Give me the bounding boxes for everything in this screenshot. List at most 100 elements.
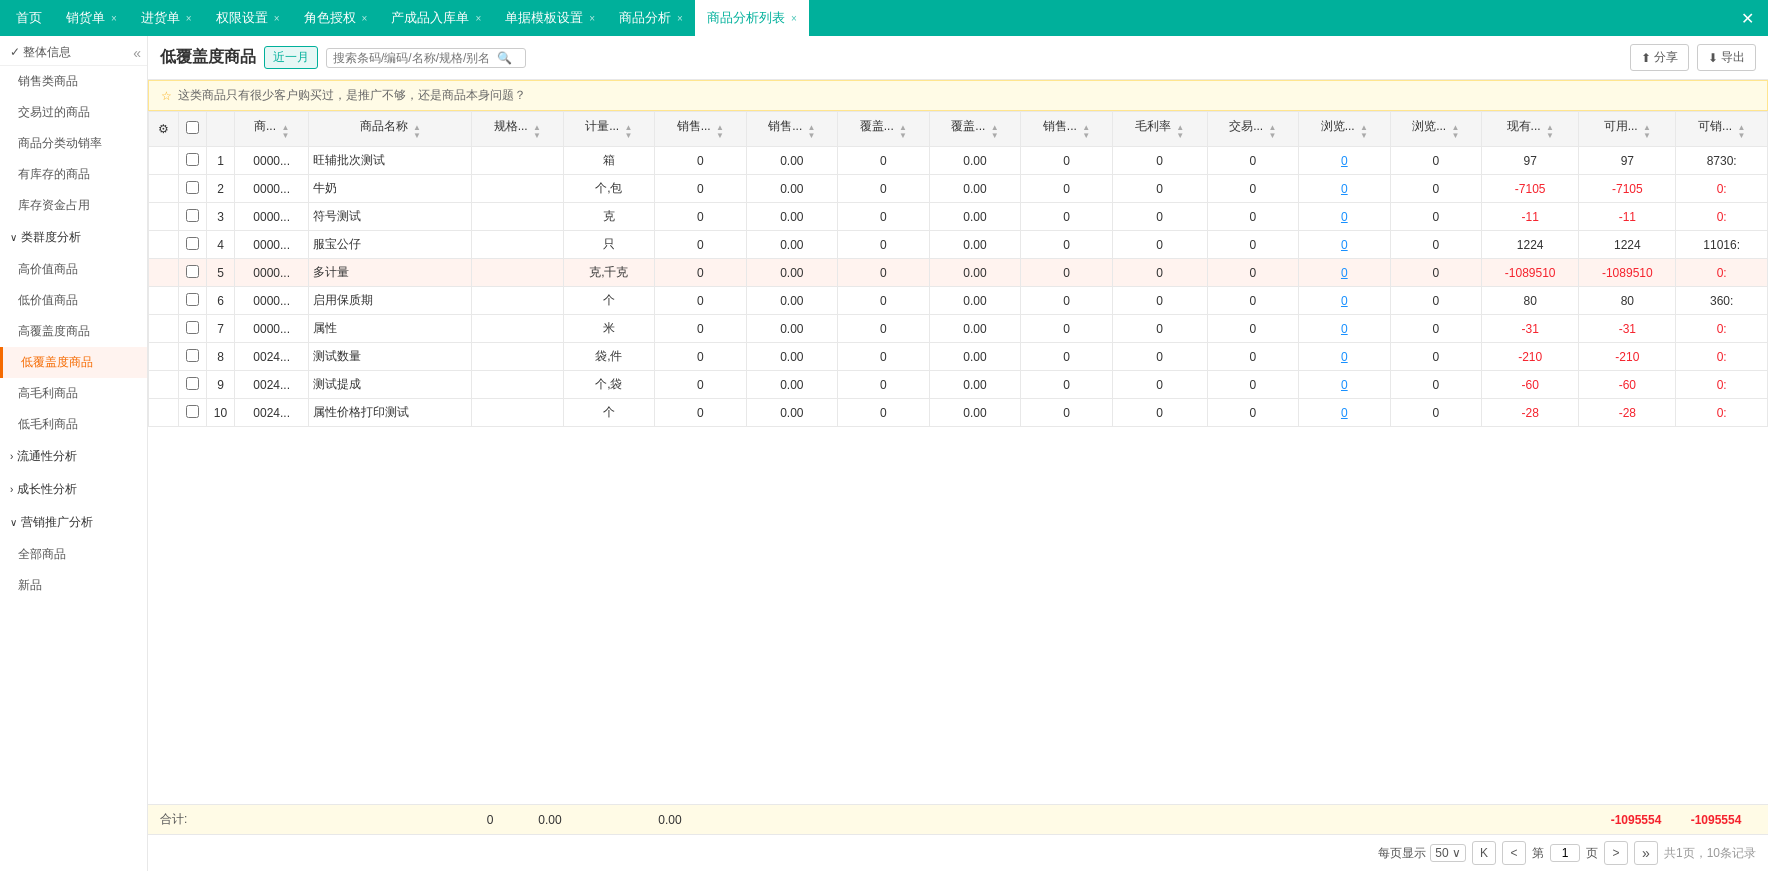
sidebar-item-sales-goods[interactable]: 销售类商品 [0, 66, 147, 97]
cell-browse1[interactable]: 0 [1299, 287, 1391, 315]
table-row[interactable]: 7 0000... 属性 米 0 0.00 0 0.00 0 0 0 0 0 -… [149, 315, 1768, 343]
sidebar-collapse-btn[interactable]: « [133, 45, 141, 61]
row-checkbox[interactable] [186, 321, 199, 334]
col-sales2[interactable]: 销售... ▲▼ [746, 112, 838, 147]
nav-tab-sales[interactable]: 销货单 × [54, 0, 129, 36]
cell-checkbox[interactable] [179, 147, 207, 175]
sidebar-item-traded-goods[interactable]: 交易过的商品 [0, 97, 147, 128]
sidebar-item-high-value[interactable]: 高价值商品 [0, 254, 147, 285]
cell-checkbox[interactable] [179, 175, 207, 203]
sidebar-item-category-rate[interactable]: 商品分类动销率 [0, 128, 147, 159]
close-icon[interactable]: × [111, 13, 117, 24]
row-checkbox[interactable] [186, 209, 199, 222]
row-checkbox[interactable] [186, 181, 199, 194]
close-icon[interactable]: × [274, 13, 280, 24]
window-close-button[interactable]: ✕ [1731, 9, 1764, 28]
sidebar-section-growth[interactable]: › 成长性分析 [0, 473, 147, 506]
col-browse2[interactable]: 浏览... ▲▼ [1390, 112, 1482, 147]
row-checkbox[interactable] [186, 293, 199, 306]
cell-browse1[interactable]: 0 [1299, 231, 1391, 259]
col-margin[interactable]: 毛利率 ▲▼ [1112, 112, 1207, 147]
search-box[interactable]: 🔍 [326, 48, 526, 68]
col-product-name[interactable]: 商品名称 ▲▼ [309, 112, 472, 147]
table-wrapper[interactable]: ⚙ 商... ▲▼ 商品名称 ▲▼ 规格... ▲▼ 计量... ▲▼ 销售..… [148, 111, 1768, 804]
period-button[interactable]: 近一月 [264, 46, 318, 69]
col-settings[interactable]: ⚙ [149, 112, 179, 147]
cell-checkbox[interactable] [179, 287, 207, 315]
cell-checkbox[interactable] [179, 203, 207, 231]
nav-tab-product-analysis-list[interactable]: 商品分析列表 × [695, 0, 809, 36]
cell-checkbox[interactable] [179, 259, 207, 287]
row-checkbox[interactable] [186, 349, 199, 362]
export-button[interactable]: ⬇ 导出 [1697, 44, 1756, 71]
sidebar-section-cluster[interactable]: ∨ 类群度分析 [0, 221, 147, 254]
col-cover1[interactable]: 覆盖... ▲▼ [838, 112, 930, 147]
table-row[interactable]: 5 0000... 多计量 克,千克 0 0.00 0 0.00 0 0 0 0… [149, 259, 1768, 287]
cell-checkbox[interactable] [179, 315, 207, 343]
col-spec[interactable]: 规格... ▲▼ [472, 112, 564, 147]
sidebar-item-low-margin[interactable]: 低毛利商品 [0, 409, 147, 440]
sidebar-section-marketing[interactable]: ∨ 营销推广分析 [0, 506, 147, 539]
cell-checkbox[interactable] [179, 371, 207, 399]
cell-browse1[interactable]: 0 [1299, 259, 1391, 287]
row-checkbox[interactable] [186, 405, 199, 418]
next-page-button[interactable]: > [1604, 841, 1628, 865]
close-icon[interactable]: × [791, 13, 797, 24]
sidebar-item-inventory-capital[interactable]: 库存资金占用 [0, 190, 147, 221]
nav-tab-home[interactable]: 首页 [4, 0, 54, 36]
first-page-button[interactable]: K [1472, 841, 1496, 865]
table-row[interactable]: 3 0000... 符号测试 克 0 0.00 0 0.00 0 0 0 0 0… [149, 203, 1768, 231]
sidebar-item-high-coverage[interactable]: 高覆盖度商品 [0, 316, 147, 347]
nav-tab-permissions[interactable]: 权限设置 × [204, 0, 292, 36]
close-icon[interactable]: × [186, 13, 192, 24]
sidebar-item-new-goods[interactable]: 新品 [0, 570, 147, 601]
cell-browse1[interactable]: 0 [1299, 371, 1391, 399]
table-row[interactable]: 1 0000... 旺辅批次测试 箱 0 0.00 0 0.00 0 0 0 0… [149, 147, 1768, 175]
cell-browse1[interactable]: 0 [1299, 147, 1391, 175]
col-product-code[interactable]: 商... ▲▼ [235, 112, 309, 147]
sidebar-item-instock-goods[interactable]: 有库存的商品 [0, 159, 147, 190]
col-trade[interactable]: 交易... ▲▼ [1207, 112, 1299, 147]
table-row[interactable]: 6 0000... 启用保质期 个 0 0.00 0 0.00 0 0 0 0 … [149, 287, 1768, 315]
col-sales3[interactable]: 销售... ▲▼ [1021, 112, 1113, 147]
search-icon[interactable]: 🔍 [497, 51, 512, 65]
cell-browse1[interactable]: 0 [1299, 175, 1391, 203]
nav-tab-template[interactable]: 单据模板设置 × [493, 0, 607, 36]
table-row[interactable]: 4 0000... 服宝公仔 只 0 0.00 0 0.00 0 0 0 0 0… [149, 231, 1768, 259]
sidebar-section-flow[interactable]: › 流通性分析 [0, 440, 147, 473]
col-cover2[interactable]: 覆盖... ▲▼ [929, 112, 1021, 147]
search-input[interactable] [333, 51, 493, 65]
sidebar-item-low-coverage[interactable]: 低覆盖度商品 [0, 347, 147, 378]
close-icon[interactable]: × [475, 13, 481, 24]
col-available[interactable]: 可用... ▲▼ [1579, 112, 1676, 147]
sidebar-item-all-goods[interactable]: 全部商品 [0, 539, 147, 570]
cell-checkbox[interactable] [179, 231, 207, 259]
cell-browse1[interactable]: 0 [1299, 343, 1391, 371]
col-current[interactable]: 现有... ▲▼ [1482, 112, 1579, 147]
close-icon[interactable]: × [589, 13, 595, 24]
sidebar-item-low-value[interactable]: 低价值商品 [0, 285, 147, 316]
col-browse1[interactable]: 浏览... ▲▼ [1299, 112, 1391, 147]
cell-checkbox[interactable] [179, 343, 207, 371]
close-icon[interactable]: × [677, 13, 683, 24]
nav-tab-finished-goods[interactable]: 产成品入库单 × [379, 0, 493, 36]
nav-tab-role[interactable]: 角色授权 × [292, 0, 380, 36]
nav-tab-product-analysis[interactable]: 商品分析 × [607, 0, 695, 36]
share-button[interactable]: ⬆ 分享 [1630, 44, 1689, 71]
table-row[interactable]: 8 0024... 测试数量 袋,件 0 0.00 0 0.00 0 0 0 0… [149, 343, 1768, 371]
row-checkbox[interactable] [186, 237, 199, 250]
col-saleable[interactable]: 可销... ▲▼ [1676, 112, 1768, 147]
per-page-selector[interactable]: 50 ∨ [1430, 844, 1466, 862]
cell-browse1[interactable]: 0 [1299, 399, 1391, 427]
select-all-checkbox[interactable] [186, 121, 199, 134]
sidebar-item-high-margin[interactable]: 高毛利商品 [0, 378, 147, 409]
col-checkbox[interactable] [179, 112, 207, 147]
cell-browse1[interactable]: 0 [1299, 315, 1391, 343]
table-row[interactable]: 10 0024... 属性价格打印测试 个 0 0.00 0 0.00 0 0 … [149, 399, 1768, 427]
cell-checkbox[interactable] [179, 399, 207, 427]
row-checkbox[interactable] [186, 265, 199, 278]
cell-browse1[interactable]: 0 [1299, 203, 1391, 231]
col-sales1[interactable]: 销售... ▲▼ [655, 112, 747, 147]
table-row[interactable]: 9 0024... 测试提成 个,袋 0 0.00 0 0.00 0 0 0 0… [149, 371, 1768, 399]
prev-page-button[interactable]: < [1502, 841, 1526, 865]
